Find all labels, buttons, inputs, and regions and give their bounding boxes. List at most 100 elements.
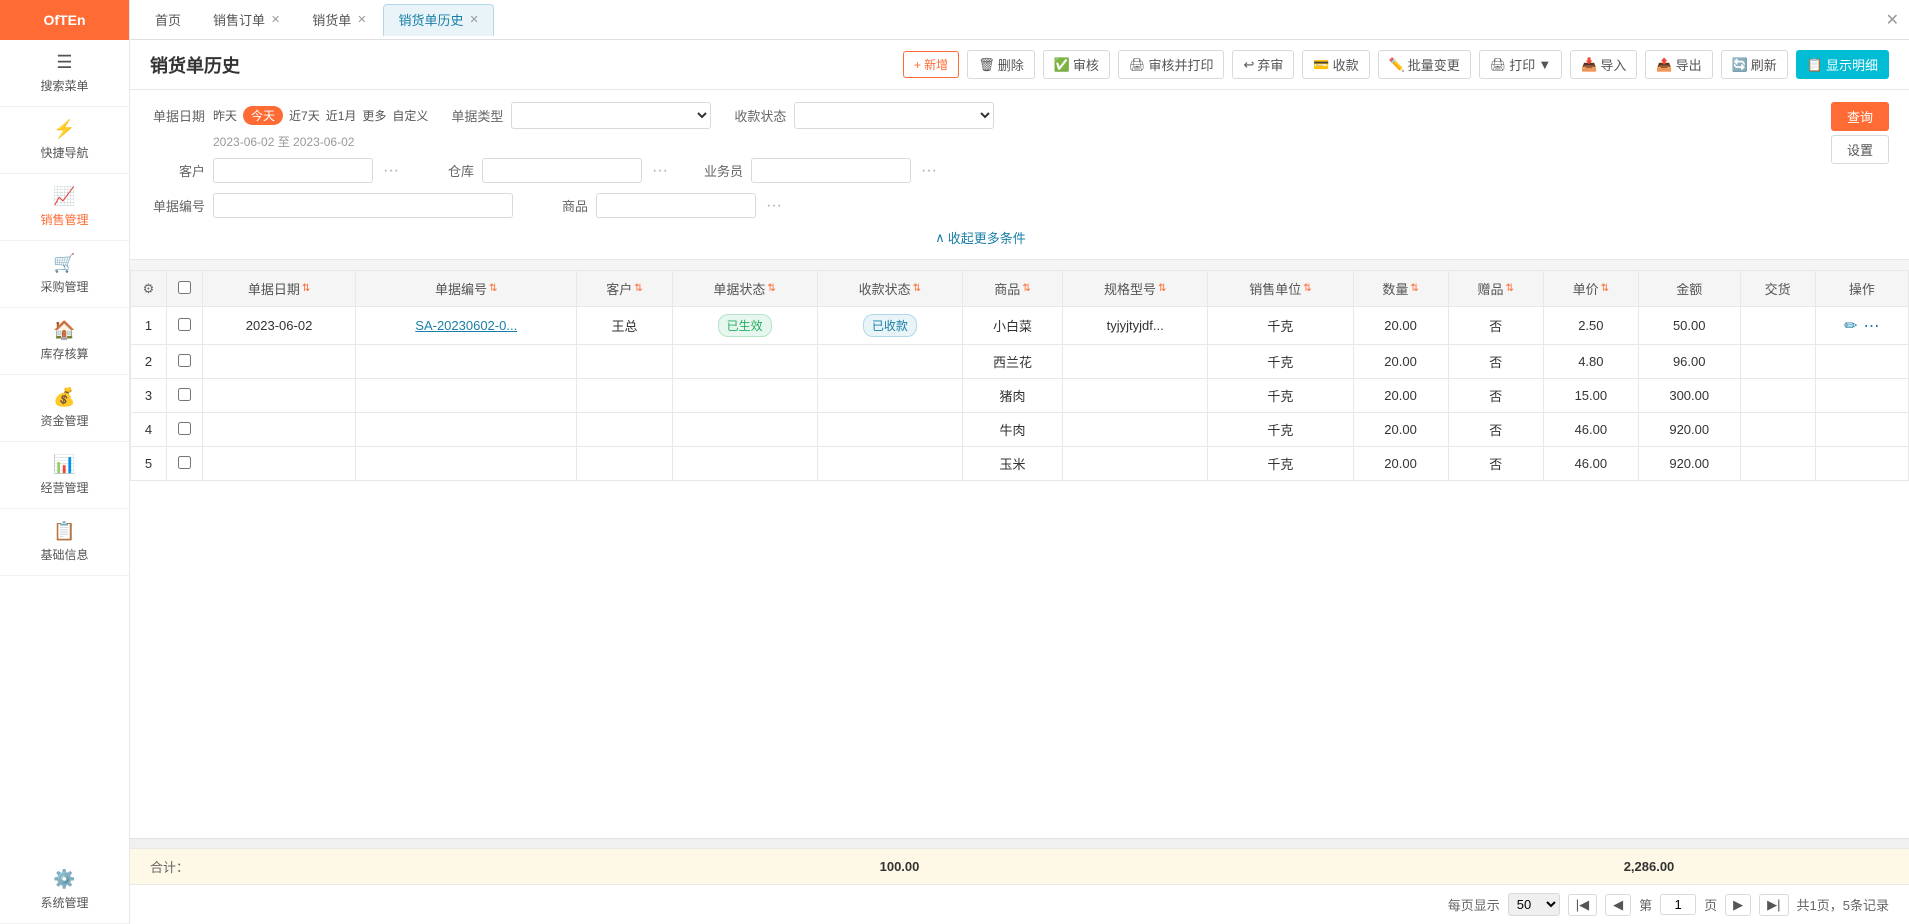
row-checkbox[interactable]: [167, 447, 203, 481]
window-close-button[interactable]: ✕: [1886, 10, 1899, 30]
col-gift[interactable]: 赠品 ⇅: [1448, 271, 1543, 307]
row-select-checkbox[interactable]: [178, 422, 191, 435]
row-action[interactable]: [1815, 413, 1908, 447]
sidebar-item-search-menu[interactable]: ☰ 搜索菜单: [0, 40, 129, 107]
sort-doc-no[interactable]: 单据编号 ⇅: [435, 279, 497, 298]
settings-button[interactable]: 设置: [1831, 135, 1889, 164]
filter-warehouse-picker[interactable]: ···: [652, 162, 668, 180]
sort-customer[interactable]: 客户 ⇅: [606, 279, 642, 298]
row-action[interactable]: [1815, 379, 1908, 413]
doc-no-link[interactable]: SA-20230602-0...: [415, 318, 517, 333]
filter-warehouse-input[interactable]: [482, 158, 642, 183]
first-page-button[interactable]: |◀: [1568, 894, 1597, 916]
per-page-select[interactable]: 50 100 200: [1508, 893, 1560, 916]
sidebar-item-inventory[interactable]: 🏠 库存核算: [0, 308, 129, 375]
row-doc-no[interactable]: [356, 413, 577, 447]
filter-payment-select[interactable]: [794, 102, 994, 129]
filter-docno-input[interactable]: [213, 193, 513, 218]
tab-sales-delivery[interactable]: 销货单 ✕: [297, 4, 381, 36]
col-sales-unit[interactable]: 销售单位 ⇅: [1208, 271, 1353, 307]
filter-staff-picker[interactable]: ···: [921, 162, 937, 180]
tab-sales-delivery-close[interactable]: ✕: [357, 13, 366, 26]
shortcut-7days[interactable]: 近7天: [289, 107, 320, 124]
sort-doc-status[interactable]: 单据状态 ⇅: [713, 279, 775, 298]
shortcut-custom[interactable]: 自定义: [392, 107, 428, 124]
abandon-button[interactable]: ↩ 弃审: [1232, 50, 1294, 79]
sort-quantity[interactable]: 数量 ⇅: [1382, 279, 1418, 298]
more-action-button[interactable]: ⋯: [1864, 318, 1880, 335]
refresh-button[interactable]: 🔄 刷新: [1721, 50, 1788, 79]
row-action[interactable]: [1815, 447, 1908, 481]
col-doc-no[interactable]: 单据编号 ⇅: [356, 271, 577, 307]
shortcut-more[interactable]: 更多: [362, 107, 386, 124]
row-select-checkbox[interactable]: [178, 318, 191, 331]
sort-spec[interactable]: 规格型号 ⇅: [1104, 279, 1166, 298]
page-input[interactable]: [1660, 894, 1696, 915]
sort-gift[interactable]: 赠品 ⇅: [1478, 279, 1514, 298]
filter-customer-picker[interactable]: ···: [383, 162, 399, 180]
show-detail-button[interactable]: 📋 显示明细: [1796, 50, 1889, 79]
delete-button[interactable]: 🗑 删除: [967, 50, 1035, 79]
export-button[interactable]: 📤 导出: [1645, 50, 1712, 79]
sort-payment-status[interactable]: 收款状态 ⇅: [859, 279, 921, 298]
sort-sales-unit[interactable]: 销售单位 ⇅: [1249, 279, 1311, 298]
select-all-checkbox[interactable]: [178, 281, 191, 294]
prev-page-button[interactable]: ◀: [1605, 894, 1631, 916]
row-checkbox[interactable]: [167, 345, 203, 379]
row-doc-no[interactable]: [356, 447, 577, 481]
sidebar-item-sales-mgmt[interactable]: 📈 销售管理: [0, 174, 129, 241]
settings-col-icon[interactable]: ⚙: [143, 281, 155, 296]
col-unit-price[interactable]: 单价 ⇅: [1543, 271, 1638, 307]
new-button[interactable]: + 新增: [903, 51, 959, 78]
edit-action-button[interactable]: ✏: [1844, 318, 1857, 335]
audit-print-button[interactable]: 🖨 审核并打印: [1118, 50, 1225, 79]
row-doc-no[interactable]: [356, 379, 577, 413]
col-settings[interactable]: ⚙: [131, 271, 167, 307]
tab-home[interactable]: 首页: [140, 4, 196, 36]
col-product[interactable]: 商品 ⇅: [962, 271, 1062, 307]
import-button[interactable]: 📥 导入: [1570, 50, 1637, 79]
row-checkbox[interactable]: [167, 379, 203, 413]
filter-product-input[interactable]: [596, 193, 756, 218]
shortcut-yesterday[interactable]: 昨天: [213, 107, 237, 124]
row-action[interactable]: [1815, 345, 1908, 379]
row-checkbox[interactable]: [167, 413, 203, 447]
tab-sales-history[interactable]: 销货单历史 ✕: [383, 4, 493, 36]
row-select-checkbox[interactable]: [178, 388, 191, 401]
collapse-button[interactable]: ∧ 收起更多条件: [935, 228, 1026, 247]
filter-product-picker[interactable]: ···: [766, 197, 782, 215]
tab-sales-order[interactable]: 销售订单 ✕: [198, 4, 295, 36]
batch-change-button[interactable]: ✏️ 批量变更: [1378, 50, 1471, 79]
col-doc-date[interactable]: 单据日期 ⇅: [203, 271, 356, 307]
sort-product[interactable]: 商品 ⇅: [994, 279, 1030, 298]
row-select-checkbox[interactable]: [178, 354, 191, 367]
table-scroll-bar[interactable]: [130, 838, 1909, 848]
col-customer[interactable]: 客户 ⇅: [577, 271, 672, 307]
collect-button[interactable]: 💳 收款: [1302, 50, 1369, 79]
last-page-button[interactable]: ▶|: [1759, 894, 1788, 916]
row-select-checkbox[interactable]: [178, 456, 191, 469]
sidebar-item-quick-nav[interactable]: ⚡ 快捷导航: [0, 107, 129, 174]
sidebar-item-purchase-mgmt[interactable]: 🛒 采购管理: [0, 241, 129, 308]
print-button[interactable]: 🖨 打印 ▼: [1479, 50, 1562, 79]
sidebar-item-sys-mgmt[interactable]: ⚙️ 系统管理: [0, 857, 129, 924]
tab-sales-order-close[interactable]: ✕: [271, 13, 280, 26]
row-doc-no[interactable]: SA-20230602-0...: [356, 307, 577, 345]
sort-doc-date[interactable]: 单据日期 ⇅: [248, 279, 310, 298]
sidebar-item-basic-info[interactable]: 📋 基础信息: [0, 509, 129, 576]
sort-unit-price[interactable]: 单价 ⇅: [1573, 279, 1609, 298]
filter-customer-input[interactable]: [213, 158, 373, 183]
row-action[interactable]: ✏⋯: [1815, 307, 1908, 345]
shortcut-today[interactable]: 今天: [243, 106, 283, 125]
row-doc-no[interactable]: [356, 345, 577, 379]
audit-button[interactable]: ✅ 审核: [1043, 50, 1110, 79]
filter-staff-input[interactable]: [751, 158, 911, 183]
filter-doctype-select[interactable]: [511, 102, 711, 129]
shortcut-1month[interactable]: 近1月: [326, 107, 357, 124]
col-spec[interactable]: 规格型号 ⇅: [1063, 271, 1208, 307]
sidebar-item-ops-mgmt[interactable]: 📊 经营管理: [0, 442, 129, 509]
tab-sales-history-close[interactable]: ✕: [470, 13, 479, 26]
next-page-button[interactable]: ▶: [1725, 894, 1751, 916]
sidebar-item-capital-mgmt[interactable]: 💰 资金管理: [0, 375, 129, 442]
col-quantity[interactable]: 数量 ⇅: [1353, 271, 1448, 307]
